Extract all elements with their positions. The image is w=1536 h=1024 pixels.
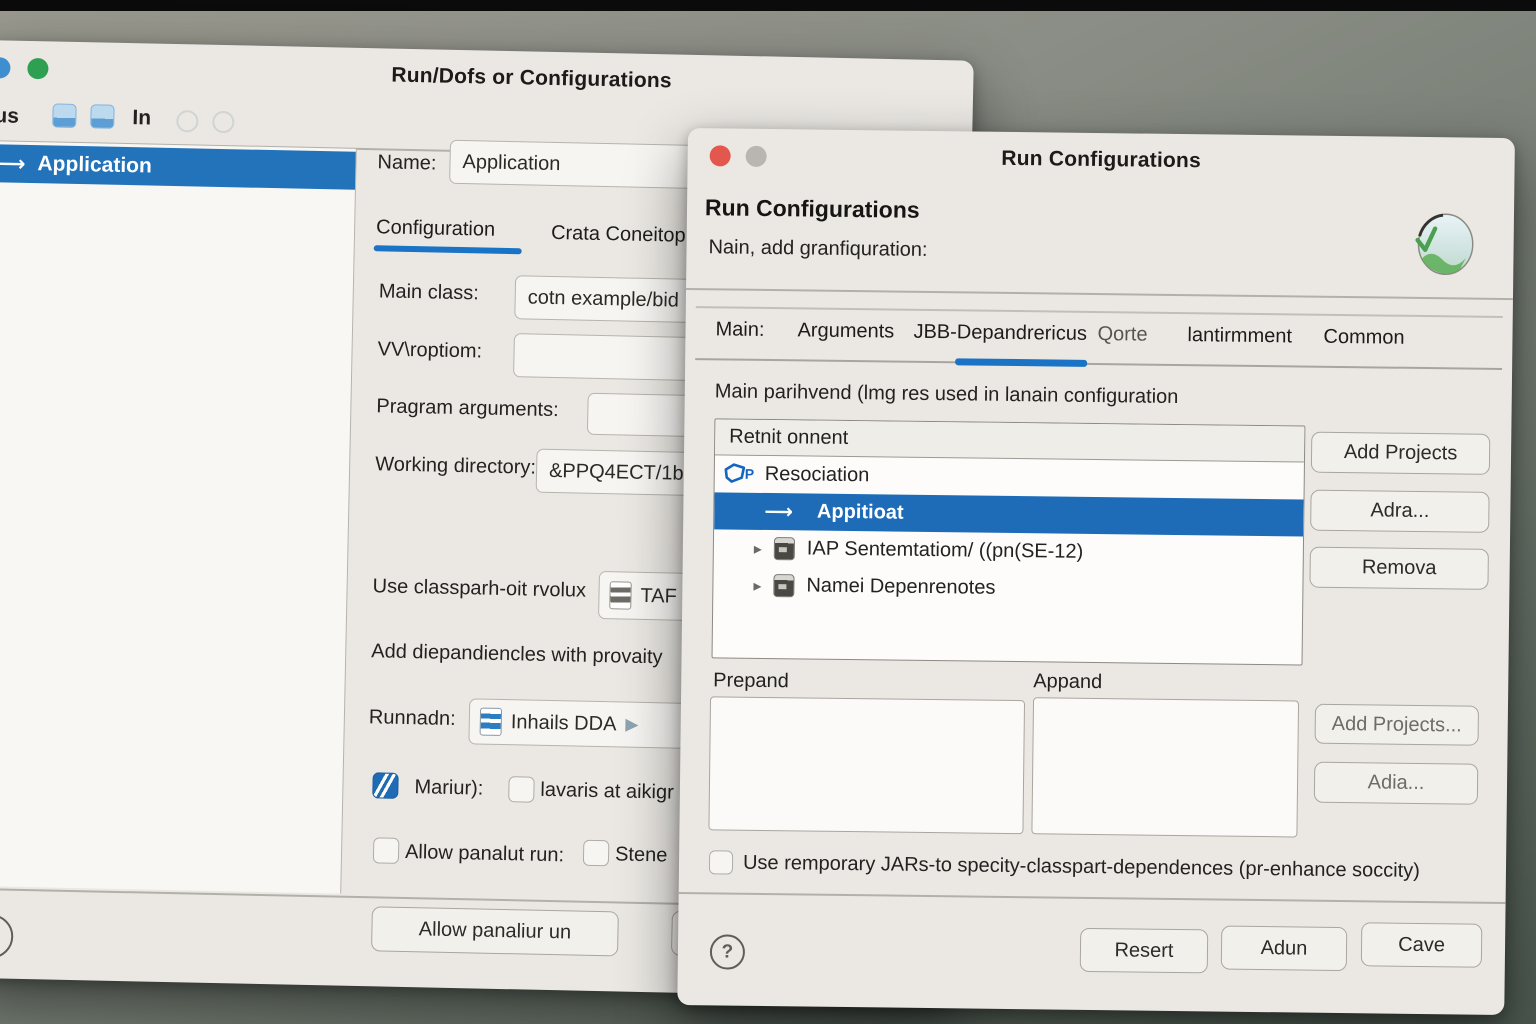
- append-textarea[interactable]: [1031, 697, 1300, 838]
- tab-environment[interactable]: lantirmment: [1187, 324, 1292, 348]
- front-window-title: Run Configurations: [1001, 146, 1202, 173]
- tab-arguments[interactable]: Arguments: [797, 319, 894, 343]
- run-target-icon: [479, 707, 503, 736]
- expand-triangle-icon[interactable]: ▸: [748, 538, 768, 558]
- dropdown-caret-icon: ▶: [625, 714, 639, 734]
- save-button[interactable]: Cave: [1360, 922, 1483, 968]
- help-button[interactable]: ?: [709, 934, 746, 970]
- svg-text:P: P: [745, 465, 755, 481]
- allow-parallel-run-button[interactable]: Allow panaliur un: [370, 906, 619, 957]
- screen-top-strip: [0, 0, 1536, 11]
- lavaris-checkbox[interactable]: [508, 776, 535, 803]
- window-control-icon[interactable]: [27, 57, 49, 80]
- mariur-checkbox-label: Mariur):: [414, 776, 484, 800]
- front-window-run-configurations: Run Configurations Run Configurations Na…: [677, 128, 1515, 1016]
- vm-options-label: VV\roptiom:: [377, 338, 483, 363]
- stene-checkbox-label: Stene: [614, 843, 668, 867]
- tab-qorte[interactable]: Qorte: [1097, 323, 1147, 347]
- tab-description: Main parihvend (lmg res used in lanain c…: [714, 380, 1179, 409]
- jar-library-icon: [773, 537, 796, 561]
- active-tab-underline: [373, 245, 522, 255]
- stene-checkbox[interactable]: [582, 839, 610, 867]
- jar-library-icon: [773, 574, 795, 598]
- module-file-icon: [609, 581, 632, 610]
- tab-configuration[interactable]: Configuration: [376, 216, 495, 241]
- config-sidebar: ⟶ Application: [0, 140, 357, 894]
- help-button[interactable]: ?: [0, 913, 14, 959]
- revert-button[interactable]: Resert: [1079, 927, 1209, 974]
- remove-button[interactable]: Remova: [1309, 546, 1489, 590]
- append-label: Appand: [1033, 670, 1103, 694]
- allow-parallel-checkbox-label: Allow panalut run:: [404, 840, 565, 867]
- front-titlebar: Run Configurations: [687, 128, 1515, 192]
- new-config-icon[interactable]: [52, 103, 77, 128]
- program-arguments-label: Pragram arguments:: [376, 395, 559, 422]
- dialog-logo-icon: [1413, 211, 1476, 283]
- run-arrow-icon: ⟶: [764, 500, 794, 524]
- back-titlebar: Run/Dofs or Configurations: [0, 40, 974, 115]
- run-button[interactable]: Adun: [1220, 925, 1348, 972]
- active-tab-underline: [955, 358, 1088, 367]
- dependencies-note: Add diepandiencles with provaity: [371, 640, 663, 669]
- tab-jbb-dependencies[interactable]: JBB-Depandrericus: [913, 321, 1087, 346]
- mariur-checkbox[interactable]: [372, 772, 399, 799]
- toolbar-label-us[interactable]: us: [0, 104, 19, 129]
- temporary-jars-checkbox[interactable]: [708, 850, 734, 875]
- sidebar-item-application[interactable]: ⟶ Application: [0, 143, 356, 190]
- list-item-namei-depenrenotes[interactable]: ▸ Namei Depenrenotes: [713, 566, 1302, 610]
- lavaris-checkbox-label: lavaris at aikigr: [540, 778, 675, 804]
- duplicate-config-icon[interactable]: [90, 104, 115, 129]
- temporary-jars-checkbox-label: Use remporary JARs-to specity-classpart-…: [742, 851, 1421, 882]
- allow-parallel-checkbox[interactable]: [372, 837, 400, 864]
- main-class-label: Main class:: [378, 280, 480, 305]
- classpath-list: Retnit onnent P Resociation ⟶ Appitioat …: [711, 418, 1306, 666]
- dialog-subtitle: Nain, add granfiquration:: [708, 236, 928, 261]
- add-lower-button[interactable]: Adia...: [1313, 761, 1479, 805]
- toolbar-label-in[interactable]: In: [132, 106, 151, 130]
- prepend-label: Prepand: [713, 669, 790, 693]
- add-projects-button[interactable]: Add Projects: [1310, 431, 1491, 475]
- tab-crata-coneitop[interactable]: Crata Coneitop: [551, 222, 686, 248]
- add-button[interactable]: Adra...: [1310, 489, 1490, 533]
- name-label: Name:: [377, 151, 437, 175]
- run-on-label: Runnadn:: [368, 706, 456, 731]
- disabled-tool-icon: [212, 110, 235, 134]
- dialog-heading: Run Configurations: [704, 194, 920, 223]
- window-control-icon[interactable]: [0, 57, 11, 79]
- add-projects-lower-button[interactable]: Add Projects...: [1314, 703, 1480, 746]
- sidebar-item-label: Application: [37, 152, 153, 178]
- tab-main[interactable]: Main:: [715, 318, 764, 342]
- disabled-tool-icon: [176, 110, 199, 133]
- back-window-title: Run/Dofs or Configurations: [391, 63, 673, 93]
- tab-common[interactable]: Common: [1323, 326, 1404, 350]
- prepend-textarea[interactable]: [708, 696, 1026, 835]
- run-arrow-icon: ⟶: [0, 151, 26, 176]
- classpath-module-label: Use classparh-oit rvolux: [372, 575, 587, 602]
- working-directory-label: Working directory:: [374, 453, 537, 479]
- project-icon: P: [723, 461, 755, 487]
- expand-triangle-icon[interactable]: ▸: [747, 575, 767, 595]
